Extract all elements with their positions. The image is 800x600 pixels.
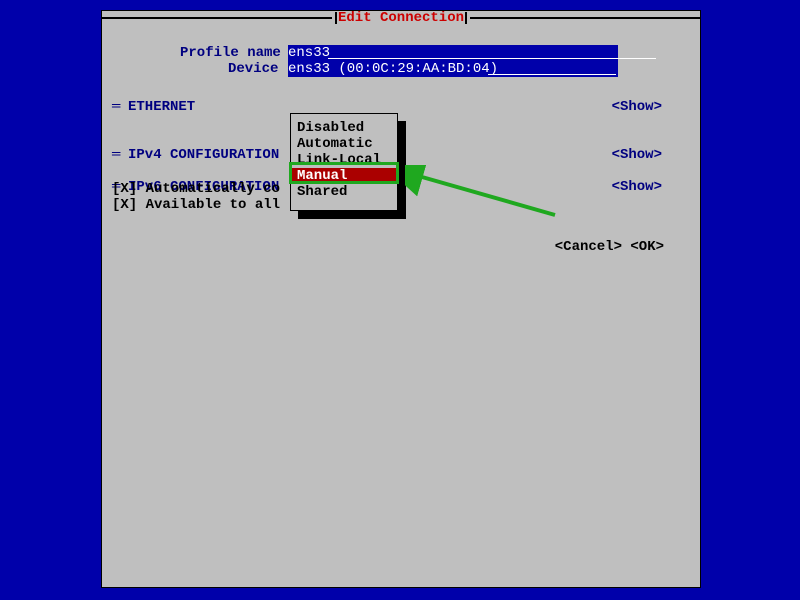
profile-name-input[interactable]: ens33 xyxy=(288,45,618,61)
ipv4-show-button[interactable]: <Show> xyxy=(612,147,662,163)
dropdown-item-manual[interactable]: Manual xyxy=(291,168,397,184)
arrow-annotation xyxy=(405,165,565,225)
edit-connection-dialog: Edit Connection Profile name ens33 Devic… xyxy=(101,10,701,588)
device-input[interactable]: ens33 (00:0C:29:AA:BD:04) xyxy=(288,61,618,77)
cancel-button[interactable]: <Cancel> xyxy=(555,239,622,255)
available-all-checkbox[interactable]: [X] Available to all xyxy=(112,197,280,213)
ipv6-show-button[interactable]: <Show> xyxy=(612,179,662,195)
dropdown-item-automatic[interactable]: Automatic xyxy=(291,136,397,152)
dropdown-item-link-local[interactable]: Link-Local xyxy=(291,152,397,168)
config-mode-dropdown[interactable]: Disabled Automatic Link-Local Manual Sha… xyxy=(290,113,398,211)
device-value: ens33 (00:0C:29:AA:BD:04) xyxy=(288,61,498,77)
ethernet-row: ═ ETHERNET <Show> xyxy=(112,99,690,115)
dialog-title-bar: Edit Connection xyxy=(102,10,700,26)
ethernet-label: ETHERNET xyxy=(128,99,195,115)
ethernet-show-button[interactable]: <Show> xyxy=(612,99,662,115)
ipv4-expand[interactable]: ═ xyxy=(112,147,120,163)
dialog-content: Profile name ens33 Device ens33 (00:0C:2… xyxy=(112,31,690,79)
dialog-title: Edit Connection xyxy=(102,10,700,26)
dropdown-item-shared[interactable]: Shared xyxy=(291,184,397,200)
device-label: Device xyxy=(228,61,278,77)
ok-button[interactable]: <OK> xyxy=(630,239,664,255)
footer-buttons: <Cancel> <OK> xyxy=(555,239,664,255)
profile-name-label: Profile name xyxy=(180,45,281,61)
auto-connect-checkbox[interactable]: [X] Automatically co xyxy=(112,181,280,197)
profile-name-value: ens33 xyxy=(288,45,330,61)
ethernet-expand[interactable]: ═ xyxy=(112,99,120,115)
ipv4-label: IPv4 CONFIGURATION xyxy=(128,147,279,163)
dropdown-item-disabled[interactable]: Disabled xyxy=(291,120,397,136)
